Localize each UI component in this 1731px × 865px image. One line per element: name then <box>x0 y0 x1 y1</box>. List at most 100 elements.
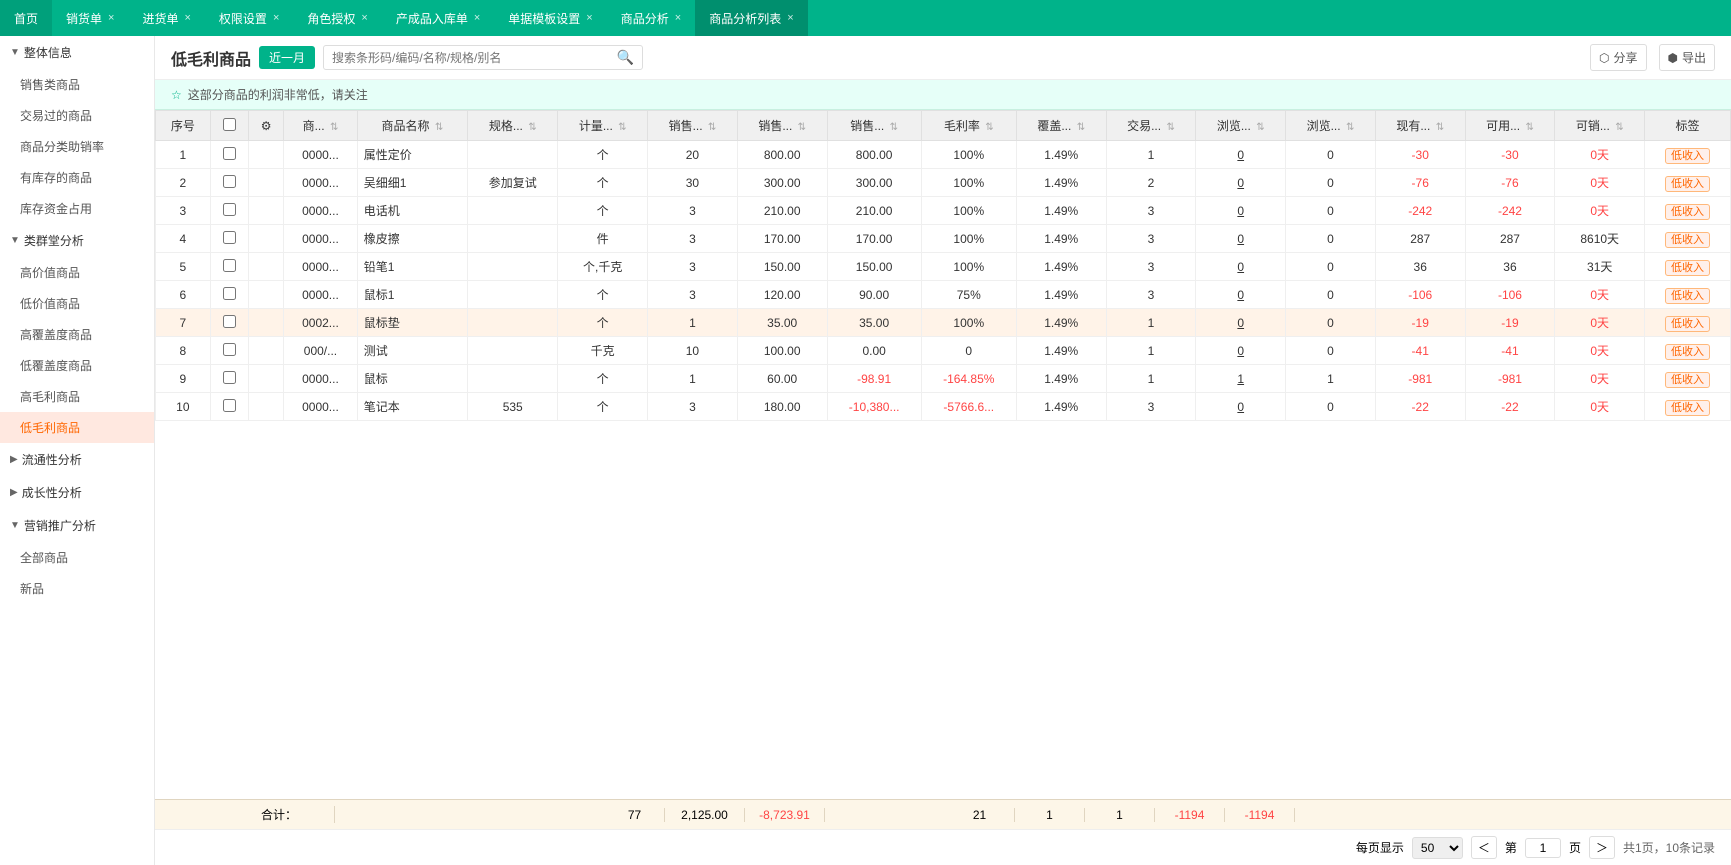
close-icon[interactable]: × <box>474 12 480 24</box>
cover-rate-cell: 1.49% <box>1016 253 1106 281</box>
browse1-link[interactable]: 1 <box>1237 372 1244 386</box>
close-icon[interactable]: × <box>184 12 190 24</box>
sale-qty-cell: 1 <box>648 309 738 337</box>
sidebar-item-high-value[interactable]: 高价值商品 <box>0 257 154 288</box>
row-checkbox[interactable] <box>223 287 236 300</box>
browse1-link[interactable]: 0 <box>1237 232 1244 246</box>
share-button[interactable]: ⬡ 分享 <box>1590 44 1647 71</box>
sidebar-item-new-goods[interactable]: 新品 <box>0 573 154 604</box>
available-cell: -106 <box>1465 281 1555 309</box>
sale-price-cell: 300.00 <box>737 169 827 197</box>
col-header-settings[interactable]: ⚙ <box>249 111 284 141</box>
search-box: 🔍 <box>323 45 643 70</box>
sidebar-item-low-value[interactable]: 低价值商品 <box>0 288 154 319</box>
close-icon[interactable]: × <box>586 12 592 24</box>
browse1-link[interactable]: 0 <box>1237 400 1244 414</box>
sidebar-group-flow[interactable]: ▶ 流通性分析 <box>0 443 154 476</box>
sidebar-item-category-sales-rate[interactable]: 商品分类助销率 <box>0 131 154 162</box>
row-checkbox[interactable] <box>223 315 236 328</box>
table-row: 20000...吴细细1参加复试个30300.00300.00100%1.49%… <box>156 169 1731 197</box>
browse1-link[interactable]: 0 <box>1237 344 1244 358</box>
page-number-input[interactable] <box>1525 838 1561 858</box>
trade-count-cell: 1 <box>1106 337 1196 365</box>
current-stock-cell: -19 <box>1375 309 1465 337</box>
browse2-cell: 0 <box>1286 141 1376 169</box>
pagination-bar: 每页显示 50 100 200 ＜ 第 页 ＞ 共1页，10条记录 <box>155 829 1731 865</box>
close-icon[interactable]: × <box>273 12 279 24</box>
nav-role-auth[interactable]: 角色授权 × <box>293 0 381 36</box>
gross-rate-cell: -164.85% <box>921 365 1016 393</box>
export-button[interactable]: ⬢ 导出 <box>1659 44 1716 71</box>
browse1-link[interactable]: 0 <box>1237 148 1244 162</box>
sidebar-group-growth[interactable]: ▶ 成长性分析 <box>0 476 154 509</box>
browse2-cell: 0 <box>1286 309 1376 337</box>
browse1-link[interactable]: 0 <box>1237 288 1244 302</box>
prev-page-button[interactable]: ＜ <box>1471 836 1497 859</box>
select-all-checkbox[interactable] <box>223 118 236 131</box>
nav-sales-order[interactable]: 销货单 × <box>52 0 128 36</box>
browse1-cell: 0 <box>1196 393 1286 421</box>
sidebar-item-all-goods[interactable]: 全部商品 <box>0 542 154 573</box>
nav-template-settings[interactable]: 单据模板设置 × <box>494 0 606 36</box>
per-page-select[interactable]: 50 100 200 <box>1412 837 1463 859</box>
row-checkbox[interactable] <box>223 343 236 356</box>
row-checkbox[interactable] <box>223 231 236 244</box>
check-cell <box>210 141 248 169</box>
search-icon[interactable]: 🔍 <box>617 49 634 66</box>
tag-cell: 低收入 <box>1645 253 1731 281</box>
sidebar-item-traded-goods[interactable]: 交易过的商品 <box>0 100 154 131</box>
content-header: 低毛利商品 近一月 🔍 ⬡ 分享 ⬢ 导出 <box>155 36 1731 80</box>
settings-icon[interactable]: ⚙ <box>261 119 272 133</box>
row-checkbox[interactable] <box>223 175 236 188</box>
nav-product-analysis-list[interactable]: 商品分析列表 × <box>695 0 807 36</box>
sidebar-item-stock-capital[interactable]: 库存资金占用 <box>0 193 154 224</box>
name-cell: 属性定价 <box>357 141 467 169</box>
row-checkbox[interactable] <box>223 259 236 272</box>
sidebar-group-overall[interactable]: ▼ 整体信息 <box>0 36 154 69</box>
sale-profit-cell: -98.91 <box>827 365 921 393</box>
nav-permission[interactable]: 权限设置 × <box>205 0 293 36</box>
row-checkbox[interactable] <box>223 399 236 412</box>
code-cell: 0000... <box>284 365 357 393</box>
sidebar-group-marketing[interactable]: ▼ 营销推广分析 <box>0 509 154 542</box>
current-stock-cell: -22 <box>1375 393 1465 421</box>
sidebar-item-high-coverage[interactable]: 高覆盖度商品 <box>0 319 154 350</box>
nav-product-storage[interactable]: 产成品入库单 × <box>382 0 494 36</box>
table-row: 40000...橡皮擦件3170.00170.00100%1.49%300287… <box>156 225 1731 253</box>
spec-cell: 535 <box>468 393 558 421</box>
browse1-link[interactable]: 0 <box>1237 316 1244 330</box>
row-checkbox[interactable] <box>223 203 236 216</box>
nav-purchase-order[interactable]: 进货单 × <box>128 0 204 36</box>
sale-profit-cell: 90.00 <box>827 281 921 309</box>
close-icon[interactable]: × <box>675 12 681 24</box>
next-page-button[interactable]: ＞ <box>1589 836 1615 859</box>
export-icon: ⬢ <box>1668 51 1678 65</box>
sidebar-item-high-margin[interactable]: 高毛利商品 <box>0 381 154 412</box>
check-cell <box>210 253 248 281</box>
close-icon[interactable]: × <box>787 12 793 24</box>
unit-cell: 个 <box>558 281 648 309</box>
tag-cell: 低收入 <box>1645 393 1731 421</box>
browse1-link[interactable]: 0 <box>1237 176 1244 190</box>
close-icon[interactable]: × <box>108 12 114 24</box>
date-filter-button[interactable]: 近一月 <box>259 46 315 69</box>
nav-home[interactable]: 首页 <box>0 0 52 36</box>
nav-product-analysis[interactable]: 商品分析 × <box>607 0 695 36</box>
browse1-link[interactable]: 0 <box>1237 260 1244 274</box>
tag-cell: 低收入 <box>1645 337 1731 365</box>
sidebar-item-low-margin[interactable]: 低毛利商品 <box>0 412 154 443</box>
search-input[interactable] <box>332 51 617 65</box>
sidebar-group-cluster[interactable]: ▼ 类群堂分析 <box>0 224 154 257</box>
browse1-link[interactable]: 0 <box>1237 204 1244 218</box>
total-browse2: 1 <box>1085 808 1155 822</box>
row-checkbox[interactable] <box>223 147 236 160</box>
available-cell: 36 <box>1465 253 1555 281</box>
sidebar-item-low-coverage[interactable]: 低覆盖度商品 <box>0 350 154 381</box>
sidebar-item-sales-goods[interactable]: 销售类商品 <box>0 69 154 100</box>
row-checkbox[interactable] <box>223 371 236 384</box>
sidebar-item-stocked-goods[interactable]: 有库存的商品 <box>0 162 154 193</box>
main-layout: ▼ 整体信息 销售类商品 交易过的商品 商品分类助销率 有库存的商品 库存资金占… <box>0 36 1731 865</box>
saleable-cell: 0天 <box>1555 365 1645 393</box>
col-header-check[interactable] <box>210 111 248 141</box>
close-icon[interactable]: × <box>361 12 367 24</box>
